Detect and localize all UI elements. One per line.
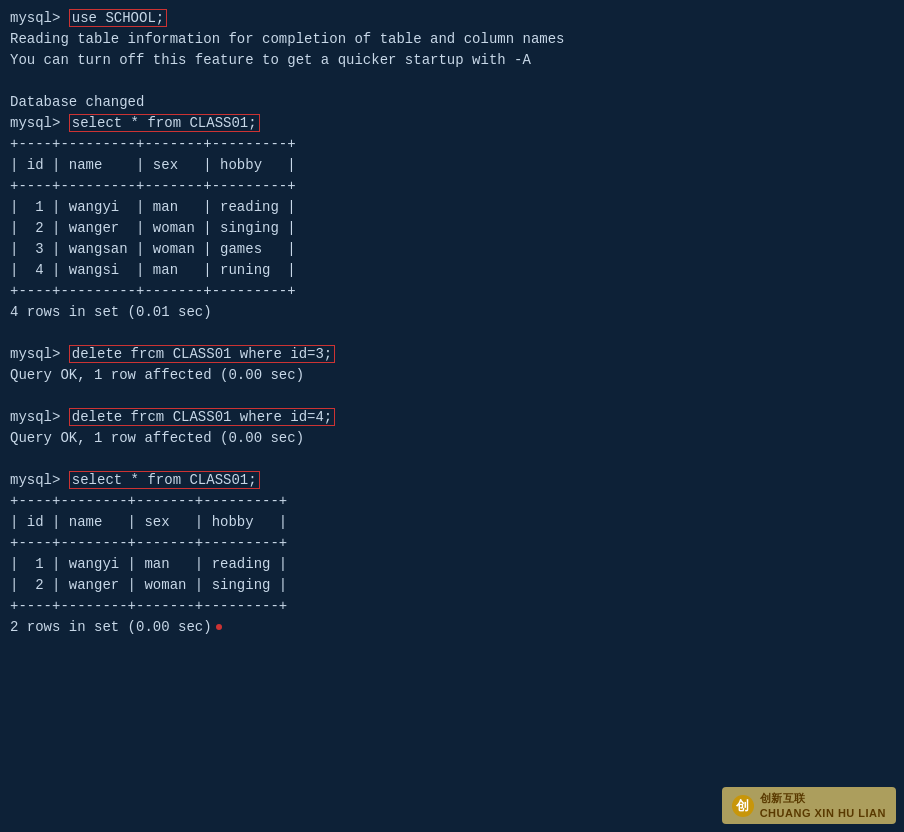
prompt-line: mysql> select * from CLASS01; (10, 470, 894, 491)
terminal-line: +----+---------+-------+---------+ (10, 176, 894, 197)
empty-line (10, 449, 894, 470)
prompt-label: mysql> (10, 10, 69, 26)
prompt-line: mysql> select * from CLASS01; (10, 113, 894, 134)
terminal-line: You can turn off this feature to get a q… (10, 50, 894, 71)
terminal-line: Query OK, 1 row affected (0.00 sec) (10, 365, 894, 386)
terminal-line: Query OK, 1 row affected (0.00 sec) (10, 428, 894, 449)
watermark-text: 创新互联 CHUANG XIN HU LIAN (760, 791, 886, 820)
terminal-line: +----+--------+-------+---------+ (10, 491, 894, 512)
terminal-line: +----+---------+-------+---------+ (10, 134, 894, 155)
terminal-line: Database changed (10, 92, 894, 113)
command-text: select * from CLASS01; (69, 114, 260, 132)
terminal-line: Reading table information for completion… (10, 29, 894, 50)
terminal-line: +----+--------+-------+---------+ (10, 596, 894, 617)
terminal-line: +----+--------+-------+---------+ (10, 533, 894, 554)
command-text: delete frcm CLASS01 where id=3; (69, 345, 335, 363)
prompt-line: mysql> delete frcm CLASS01 where id=3; (10, 344, 894, 365)
watermark-icon: 创 (732, 795, 754, 817)
terminal-line: | 3 | wangsan | woman | games | (10, 239, 894, 260)
terminal-line: | 1 | wangyi | man | reading | (10, 554, 894, 575)
terminal-line: 2 rows in set (0.00 sec) (10, 617, 894, 638)
terminal-line: | 2 | wanger | woman | singing | (10, 218, 894, 239)
prompt-line: mysql> use SCHOOL; (10, 8, 894, 29)
prompt-line: mysql> delete frcm CLASS01 where id=4; (10, 407, 894, 428)
prompt-label: mysql> (10, 115, 69, 131)
prompt-label: mysql> (10, 409, 69, 425)
watermark: 创 创新互联 CHUANG XIN HU LIAN (722, 787, 896, 824)
command-text: delete frcm CLASS01 where id=4; (69, 408, 335, 426)
empty-line (10, 323, 894, 344)
terminal-line: +----+---------+-------+---------+ (10, 281, 894, 302)
red-dot (216, 624, 222, 630)
terminal-line: | 4 | wangsi | man | runing | (10, 260, 894, 281)
terminal: mysql> use SCHOOL;Reading table informat… (0, 0, 904, 646)
command-text: select * from CLASS01; (69, 471, 260, 489)
terminal-line: | 1 | wangyi | man | reading | (10, 197, 894, 218)
terminal-line: | id | name | sex | hobby | (10, 155, 894, 176)
empty-line (10, 386, 894, 407)
empty-line (10, 71, 894, 92)
prompt-label: mysql> (10, 472, 69, 488)
terminal-line: 4 rows in set (0.01 sec) (10, 302, 894, 323)
terminal-line: | 2 | wanger | woman | singing | (10, 575, 894, 596)
prompt-label: mysql> (10, 346, 69, 362)
terminal-line: | id | name | sex | hobby | (10, 512, 894, 533)
command-text: use SCHOOL; (69, 9, 167, 27)
